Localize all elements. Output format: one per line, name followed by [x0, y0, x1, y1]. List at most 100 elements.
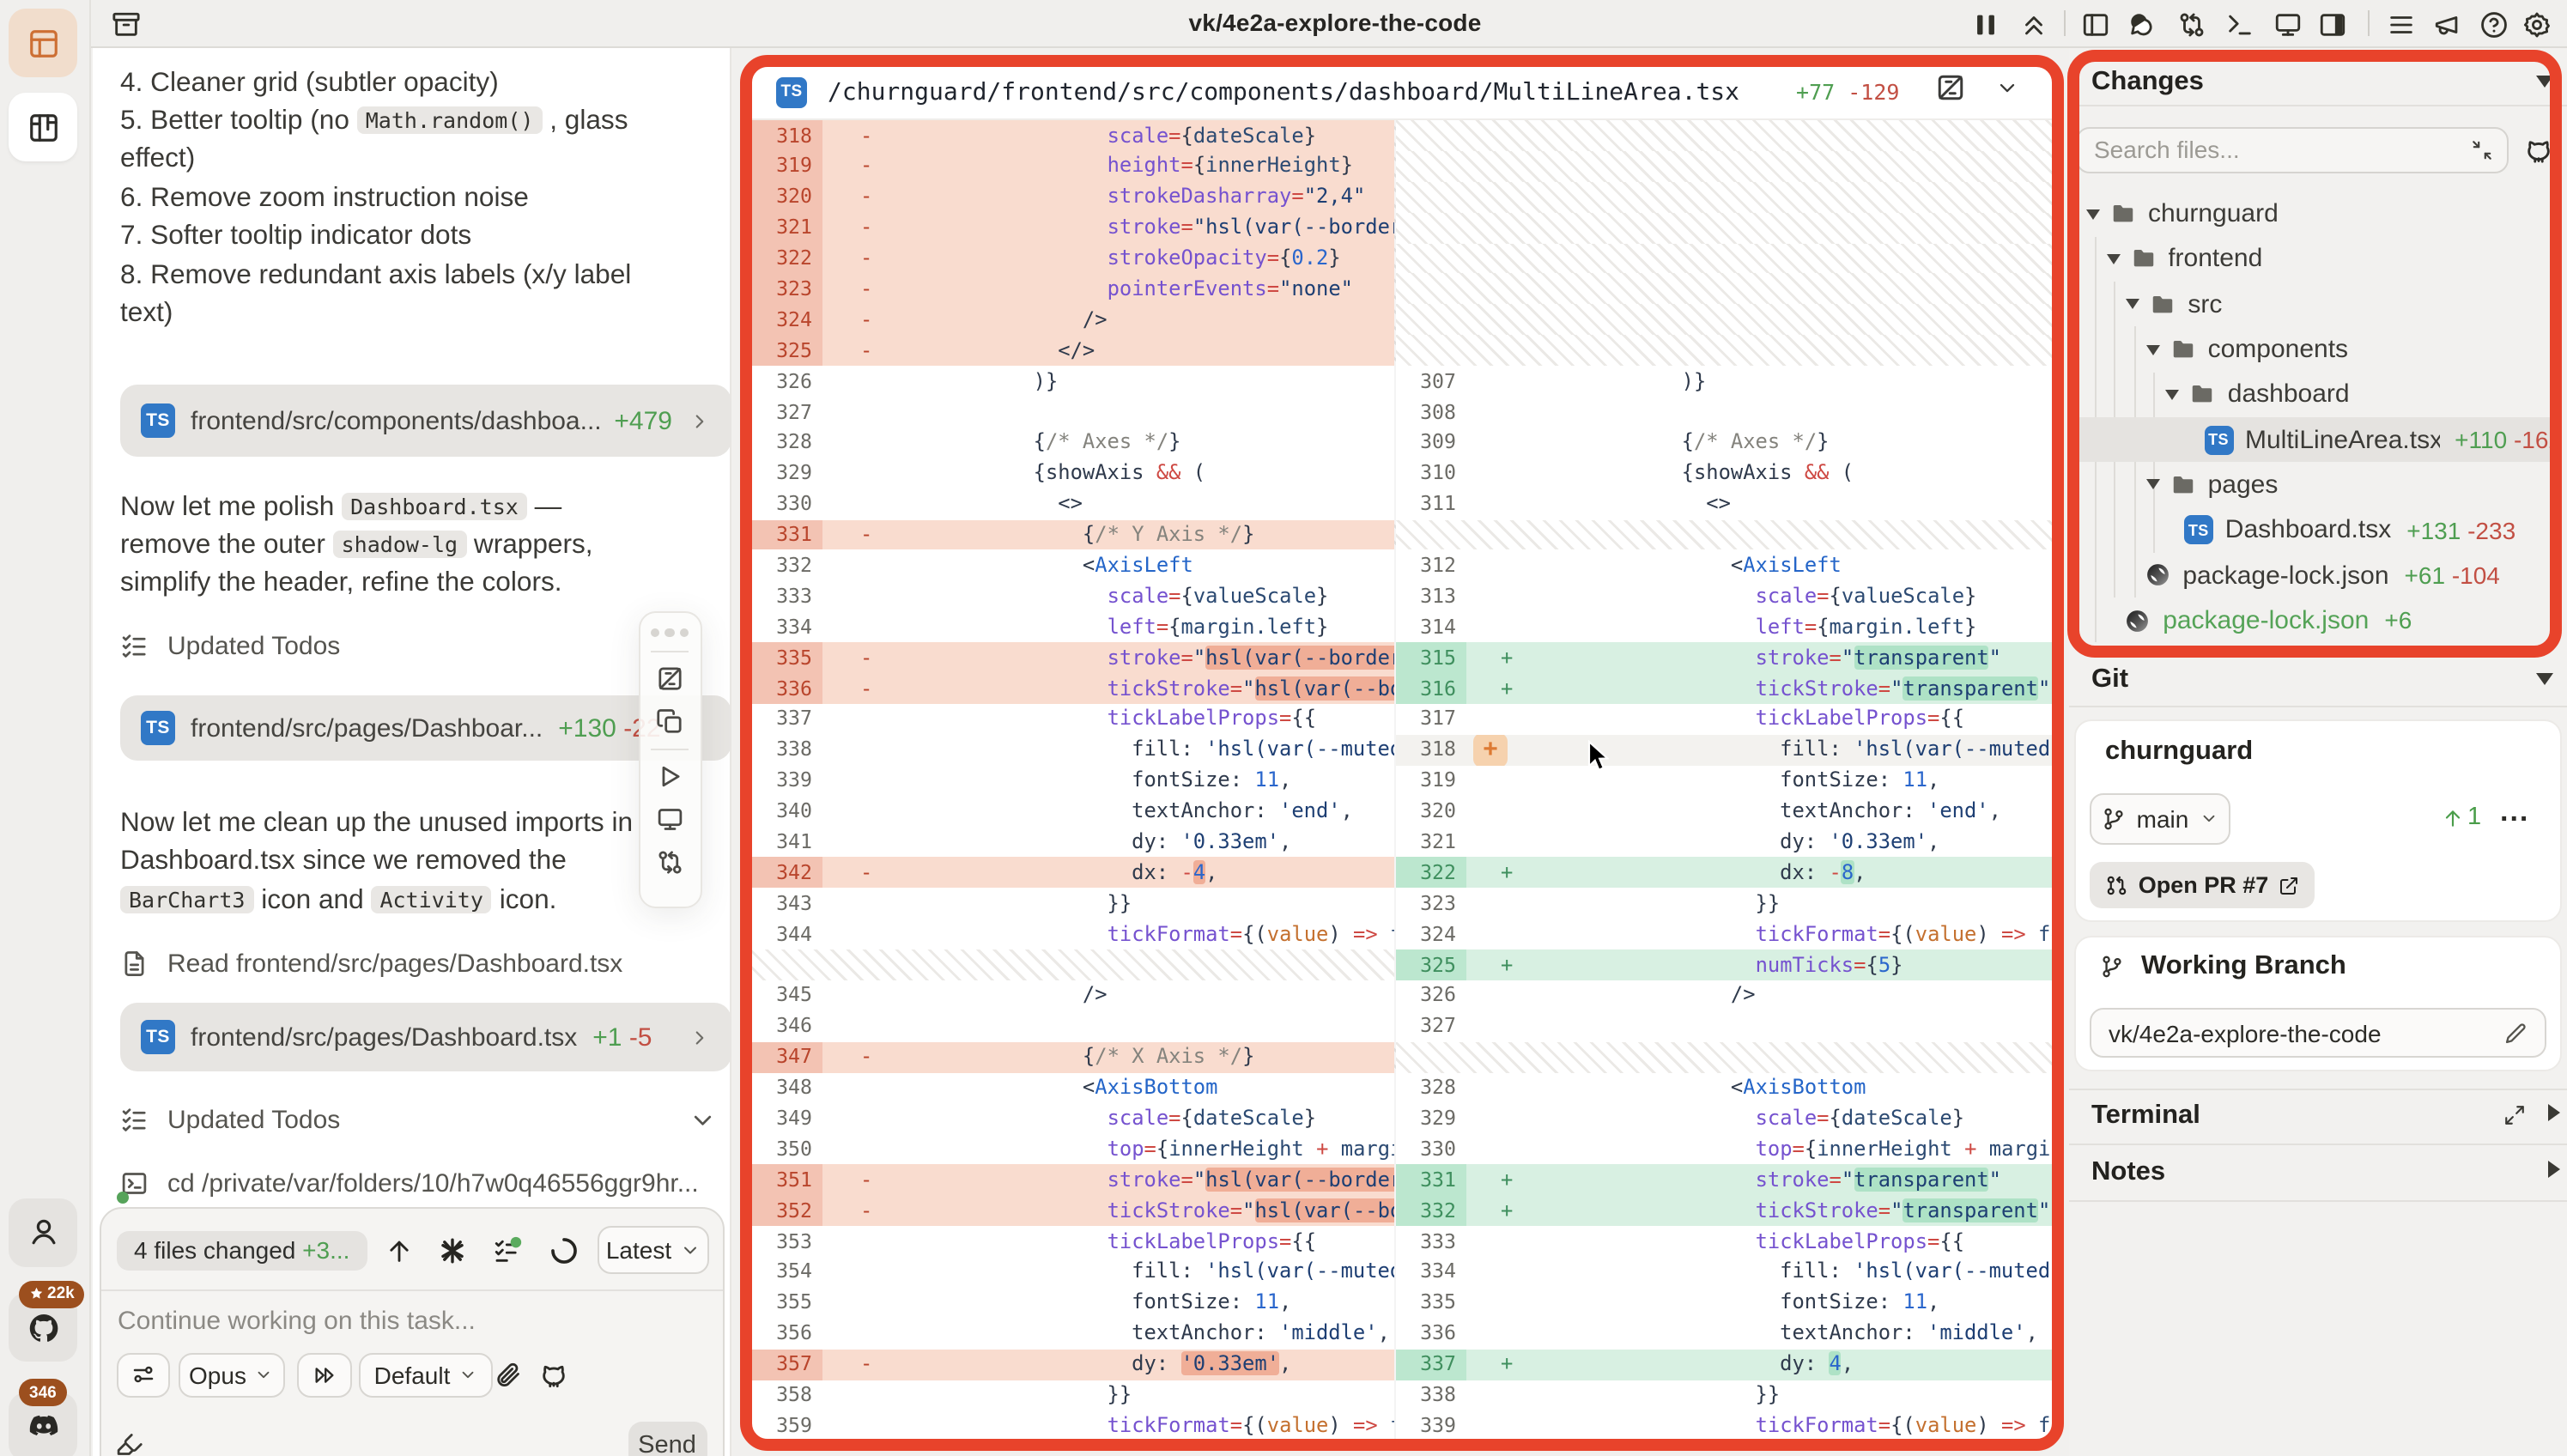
branch-select[interactable]: main: [2090, 792, 2230, 844]
rail-button-account[interactable]: [9, 1198, 77, 1266]
panel-left-icon[interactable]: [2081, 9, 2110, 39]
collapse-git-icon[interactable]: [2536, 673, 2553, 685]
fast-forward-button[interactable]: [296, 1353, 351, 1397]
tree-item-src[interactable]: src: [2071, 282, 2562, 327]
arrow-up-icon[interactable]: [384, 1235, 413, 1265]
file-path: frontend/src/pages/Dashboar...: [191, 713, 543, 743]
expand-terminal-icon[interactable]: [2548, 1104, 2560, 1121]
tool-call-row[interactable]: Read frontend/src/pages/Dashboard.tsx: [120, 946, 716, 982]
caret-down-icon[interactable]: [2146, 480, 2160, 490]
tree-item-frontend[interactable]: frontend: [2071, 237, 2562, 282]
megaphone-icon[interactable]: [2433, 9, 2462, 39]
settings-gear-icon[interactable]: [2521, 9, 2551, 39]
chevron-right-icon[interactable]: [688, 410, 710, 432]
code-line: fontSize: 11,: [1466, 765, 2055, 796]
line-number: 326: [750, 366, 822, 397]
status-dot: [117, 1192, 129, 1204]
cat-icon[interactable]: [2524, 135, 2553, 164]
cat-icon[interactable]: [538, 1360, 567, 1389]
file-change-chip[interactable]: TSfrontend/src/components/dashboa...+479: [120, 385, 731, 457]
caret-down-icon[interactable]: [2166, 390, 2180, 400]
terminal-prompt-icon[interactable]: [2224, 9, 2254, 39]
rail-button-panels-layout[interactable]: [9, 9, 77, 77]
model-select[interactable]: Opus: [178, 1353, 285, 1397]
tree-item-dashboard[interactable]: dashboard: [2071, 372, 2562, 417]
diff-row: 356 textAnchor: 'middle',336 textAnchor:…: [750, 1318, 2055, 1349]
text-line: Dashboard.tsx since we removed the: [120, 844, 719, 883]
line-number: 323: [750, 274, 822, 305]
caret-down-icon[interactable]: [2086, 209, 2100, 219]
rail-button-kanban-board[interactable]: [9, 93, 77, 161]
line-number: 346: [750, 1011, 822, 1042]
menu-icon[interactable]: [2387, 9, 2416, 39]
tree-item-components[interactable]: components: [2071, 327, 2562, 373]
working-branch-input[interactable]: vk/4e2a-explore-the-code: [2090, 1008, 2546, 1058]
code-line: left={margin.left}: [822, 612, 1394, 643]
more-actions-button[interactable]: ...: [2500, 795, 2529, 829]
caret-down-icon[interactable]: [2106, 254, 2120, 264]
chat-bubbles-icon[interactable]: [2127, 9, 2157, 39]
tree-item-diff-stats: +61 -104: [2405, 561, 2500, 589]
drag-handle-icon[interactable]: [651, 628, 689, 637]
copy-button[interactable]: [646, 701, 694, 743]
files-changed-chip[interactable]: 4 files changed +3...: [117, 1230, 367, 1270]
tree-item-pages[interactable]: pages: [2071, 463, 2562, 508]
code-line: <>: [1466, 488, 2055, 519]
tree-item-package-lock-json[interactable]: package-lock.json+61 -104: [2071, 553, 2562, 598]
diff-context-cell: 328 <AxisBottom: [1394, 1072, 2055, 1103]
composer-input[interactable]: Continue working on this task...: [118, 1307, 476, 1336]
composer-settings-button[interactable]: [117, 1353, 170, 1397]
diff-row: 344 tickFormat={(value) => formatValue(v…: [750, 919, 2055, 949]
latest-dropdown[interactable]: Latest: [598, 1225, 709, 1274]
chevron-down-icon[interactable]: [688, 1107, 716, 1135]
panel-right-filled-icon[interactable]: [2318, 9, 2347, 39]
tree-item-churnguard[interactable]: churnguard: [2071, 191, 2562, 237]
diff-square-button[interactable]: [646, 658, 694, 701]
send-button[interactable]: Send: [628, 1422, 707, 1456]
expand-notes-icon[interactable]: [2548, 1161, 2560, 1178]
text-line: 5. Better tooltip (no Math.random() , gl…: [120, 103, 719, 142]
mode-select[interactable]: Default: [359, 1353, 493, 1397]
monitor-icon[interactable]: [2273, 9, 2303, 39]
paperclip-icon[interactable]: [494, 1361, 523, 1390]
code-line: scale={valueScale}: [1466, 581, 2055, 612]
tool-call-row[interactable]: cd /private/var/folders/10/h7w0q46556ggr…: [120, 1166, 716, 1202]
line-number: 359: [750, 1410, 822, 1439]
chevron-down-icon[interactable]: [1995, 76, 2019, 108]
monitor-button[interactable]: [646, 798, 694, 841]
diff-row: 326 )}307 )}: [750, 366, 2055, 397]
tool-call-row[interactable]: Updated Todos: [120, 1102, 716, 1138]
caret-down-icon[interactable]: [2126, 299, 2139, 309]
play-button[interactable]: [646, 755, 694, 798]
pencil-icon[interactable]: [2503, 1021, 2528, 1045]
help-circle-icon[interactable]: [2479, 9, 2509, 39]
chevrons-up-icon[interactable]: [2019, 9, 2048, 39]
diff-deleted-cell: 325- </>: [750, 335, 1394, 366]
tool-call-row[interactable]: Updated Todos: [120, 628, 716, 664]
caret-down-icon[interactable]: [2146, 344, 2160, 355]
add-comment-button[interactable]: +: [1473, 735, 1508, 766]
asterisk-icon[interactable]: [437, 1235, 466, 1265]
diff-square-icon[interactable]: [1935, 72, 1966, 112]
git-compare-button[interactable]: [646, 841, 694, 884]
minimize-icon[interactable]: [2471, 138, 2493, 161]
tree-item-dashboard-tsx[interactable]: TSDashboard.tsx+131 -233: [2071, 507, 2562, 553]
expand-icon[interactable]: [2503, 1104, 2526, 1126]
pause-icon[interactable]: [1971, 9, 2000, 39]
tree-item-multilinearea-tsx[interactable]: TSMultiLineArea.tsx+110 -162: [2071, 417, 2562, 463]
collapse-changes-icon[interactable]: [2536, 75, 2553, 87]
git-compare-icon[interactable]: [2176, 9, 2206, 39]
diff-deleted-cell: 323- pointerEvents="none": [750, 274, 1394, 305]
list-checks-dot-icon[interactable]: [492, 1235, 521, 1265]
file-change-chip[interactable]: TSfrontend/src/pages/Dashboard.tsx+1 -5: [120, 1003, 731, 1071]
open-pr-button[interactable]: Open PR #7: [2090, 862, 2315, 908]
spinner-icon[interactable]: [549, 1235, 579, 1265]
push-ahead-count[interactable]: 1: [2442, 804, 2481, 831]
archive-icon[interactable]: [112, 9, 141, 39]
window-title: vk/4e2a-explore-the-code: [876, 0, 1794, 46]
highlighter-icon[interactable]: [115, 1430, 144, 1456]
code-line: tickStroke="hsl(var(--border))": [822, 673, 1394, 704]
chevron-right-icon[interactable]: [688, 1026, 710, 1048]
tree-item-package-lock-json[interactable]: package-lock.json+6: [2071, 598, 2562, 643]
search-files-input[interactable]: Search files...: [2075, 126, 2509, 173]
